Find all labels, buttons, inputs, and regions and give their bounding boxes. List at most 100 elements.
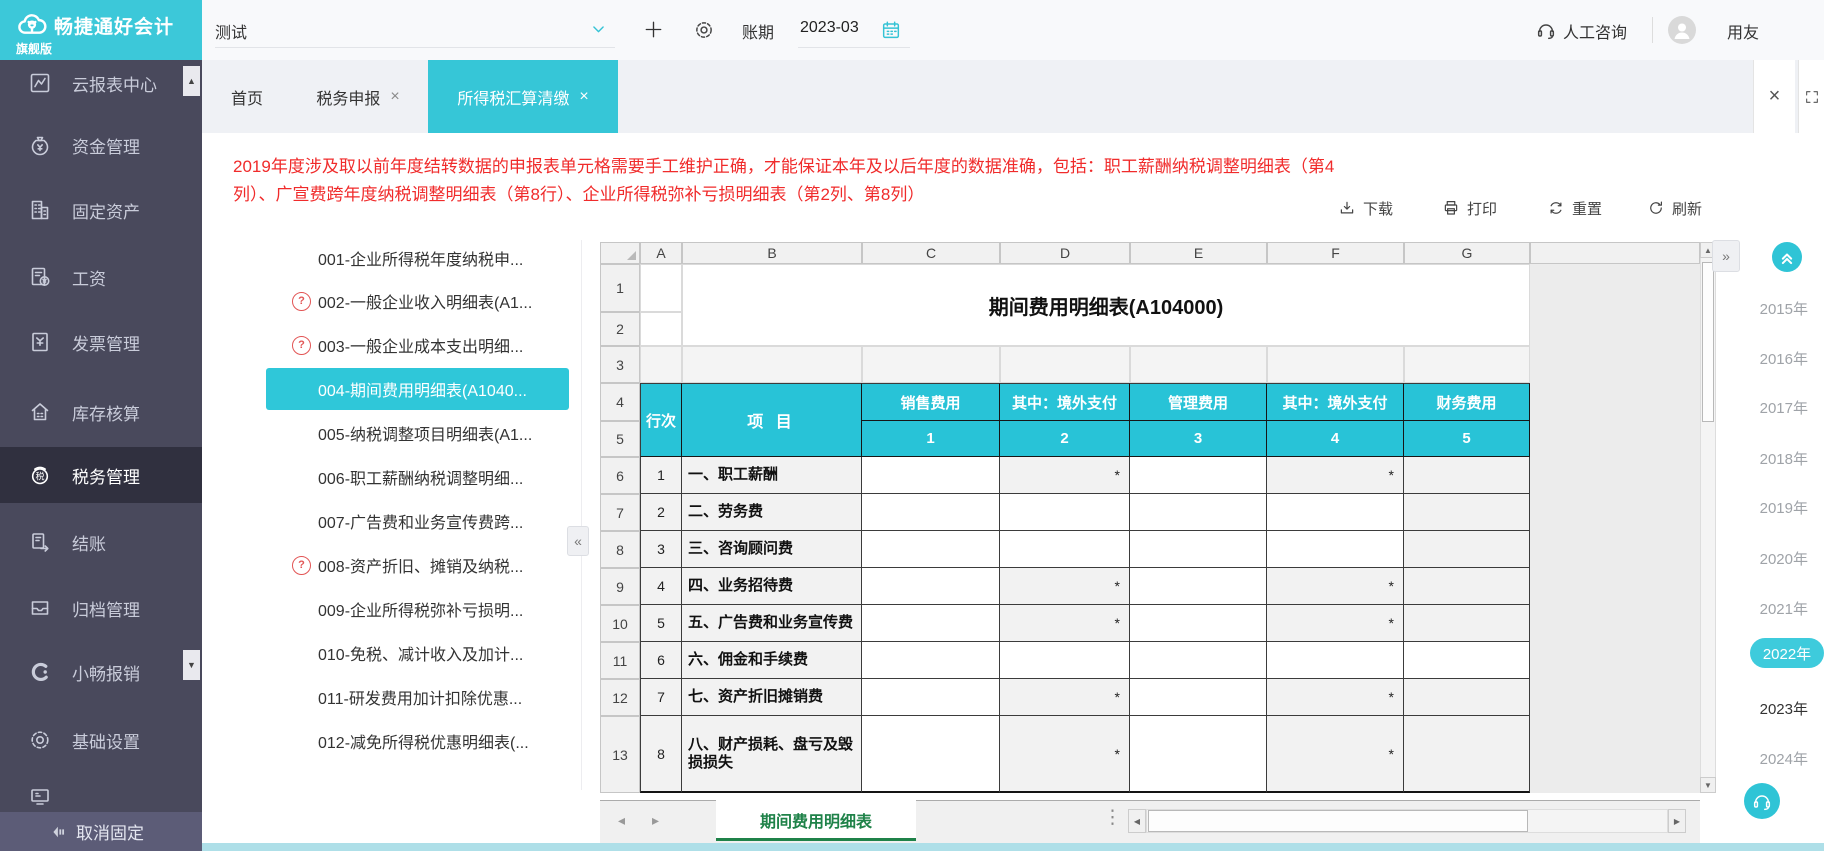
cell-B3[interactable] (682, 346, 862, 383)
cell-D7[interactable] (1000, 494, 1130, 531)
cell-line-7[interactable]: 7 (640, 679, 682, 716)
col-header-F[interactable]: F (1267, 242, 1404, 264)
重置-button[interactable]: 重置 (1547, 194, 1602, 222)
cell-C3[interactable] (862, 346, 1000, 383)
cell-item-4[interactable]: 四、业务招待费 (682, 568, 862, 605)
header-col-3[interactable]: 管理费用 (1130, 383, 1267, 421)
cell-A2[interactable] (640, 312, 682, 346)
cell-F11[interactable] (1267, 642, 1404, 679)
cell-A3[interactable] (640, 346, 682, 383)
form-item[interactable]: 001-企业所得税年度纳税申... (230, 237, 575, 279)
header-colnum-4[interactable]: 4 (1267, 421, 1404, 457)
header-col-5[interactable]: 财务费用 (1404, 383, 1530, 421)
period-value[interactable]: 2023-03 (800, 19, 859, 37)
header-colnum-3[interactable]: 3 (1130, 421, 1267, 457)
cell-F6[interactable]: * (1267, 457, 1404, 494)
cell-D8[interactable] (1000, 531, 1130, 568)
row-header-2[interactable]: 2 (600, 312, 640, 346)
sidebar-scroll-up[interactable]: ▲ (183, 66, 200, 96)
cell-E8[interactable] (1130, 531, 1267, 568)
sheet-title-cell[interactable]: 期间费用明细表(A104000) (682, 264, 1530, 346)
row-header-7[interactable]: 7 (600, 494, 640, 531)
sheet-nav-prev[interactable]: ◂ (618, 812, 625, 829)
header-col-4[interactable]: 其中：境外支付 (1267, 383, 1404, 421)
row-header-8[interactable]: 8 (600, 531, 640, 568)
cell-C11[interactable] (862, 642, 1000, 679)
cell-G3[interactable] (1404, 346, 1530, 383)
hscroll-right-arrow[interactable]: ▶ (1668, 809, 1686, 833)
刷新-button[interactable]: 刷新 (1647, 194, 1702, 222)
cell-item-6[interactable]: 六、佣金和手续费 (682, 642, 862, 679)
cell-F3[interactable] (1267, 346, 1404, 383)
year-item-2021年[interactable]: 2021年 (1736, 593, 1816, 623)
sidebar-item-税务管理[interactable]: 税 税务管理 (0, 447, 202, 503)
years-scroll-top-button[interactable] (1772, 242, 1802, 272)
sheet-tab[interactable]: 期间费用明细表 (716, 800, 916, 840)
hscroll-thumb[interactable] (1148, 810, 1528, 832)
sidebar-item-小畅报销[interactable]: 小畅报销 (0, 644, 202, 700)
cell-item-3[interactable]: 三、咨询顾问费 (682, 531, 862, 568)
cell-F9[interactable]: * (1267, 568, 1404, 605)
cell-G10[interactable] (1404, 605, 1530, 642)
customer-service-button[interactable] (1744, 783, 1780, 819)
cell-D12[interactable]: * (1000, 679, 1130, 716)
col-header-B[interactable]: B (682, 242, 862, 264)
header-row-label-cell[interactable]: 行次 (640, 383, 682, 457)
cell-D11[interactable] (1000, 642, 1130, 679)
calendar-icon[interactable] (880, 19, 902, 41)
vscroll-thumb[interactable] (1702, 262, 1714, 422)
cell-E10[interactable] (1130, 605, 1267, 642)
header-colnum-5[interactable]: 5 (1404, 421, 1530, 457)
cell-G11[interactable] (1404, 642, 1530, 679)
row-header-11[interactable]: 11 (600, 642, 640, 679)
sheet-nav-next[interactable]: ▸ (652, 812, 659, 829)
cell-E7[interactable] (1130, 494, 1267, 531)
form-item[interactable]: ? 008-资产折旧、摊销及纳税... (230, 544, 575, 586)
header-item-label-cell[interactable]: 项 目 (682, 383, 862, 457)
cell-F13[interactable]: * (1267, 716, 1404, 793)
sidebar-scroll-down[interactable]: ▼ (183, 650, 200, 680)
header-colnum-1[interactable]: 1 (862, 421, 1000, 457)
cell-D3[interactable] (1000, 346, 1130, 383)
collapse-formlist-handle[interactable]: « (567, 526, 589, 556)
help-question-icon[interactable]: ? (292, 291, 311, 311)
sidebar-item-基础设置[interactable]: 基础设置 (0, 712, 202, 768)
cell-E9[interactable] (1130, 568, 1267, 605)
account-select[interactable]: 测试 (215, 19, 247, 43)
cell-line-5[interactable]: 5 (640, 605, 682, 642)
header-col-1[interactable]: 销售费用 (862, 383, 1000, 421)
cell-C12[interactable] (862, 679, 1000, 716)
cell-F7[interactable] (1267, 494, 1404, 531)
cell-C9[interactable] (862, 568, 1000, 605)
row-header-5[interactable]: 5 (600, 421, 640, 457)
row-header-4[interactable]: 4 (600, 383, 640, 421)
form-item[interactable]: 010-免税、减计收入及加计... (230, 632, 575, 674)
year-item-2017年[interactable]: 2017年 (1736, 392, 1816, 422)
cell-G12[interactable] (1404, 679, 1530, 716)
col-header-D[interactable]: D (1000, 242, 1130, 264)
row-header-1[interactable]: 1 (600, 264, 640, 312)
tab-close-icon[interactable]: × (579, 88, 588, 106)
cell-item-5[interactable]: 五、广告费和业务宣传费 (682, 605, 862, 642)
打印-button[interactable]: 打印 (1442, 194, 1497, 222)
cell-C8[interactable] (862, 531, 1000, 568)
cell-item-1[interactable]: 一、职工薪酬 (682, 457, 862, 494)
row-header-10[interactable]: 10 (600, 605, 640, 642)
header-colnum-2[interactable]: 2 (1000, 421, 1130, 457)
year-item-2022年[interactable]: 2022年 (1750, 638, 1824, 668)
cell-item-8[interactable]: 八、财产损耗、盘亏及毁损损失 (682, 716, 862, 793)
sidebar-item-固定资产[interactable]: 固定资产 (0, 182, 202, 238)
year-item-2023年[interactable]: 2023年 (1736, 693, 1816, 723)
cell-line-1[interactable]: 1 (640, 457, 682, 494)
cell-E12[interactable] (1130, 679, 1267, 716)
cell-D9[interactable]: * (1000, 568, 1130, 605)
help-question-icon[interactable]: ? (292, 555, 311, 575)
col-header-C[interactable]: C (862, 242, 1000, 264)
row-header-12[interactable]: 12 (600, 679, 640, 716)
help-question-icon[interactable]: ? (292, 335, 311, 355)
unpin-button[interactable]: 取消固定 (0, 812, 202, 851)
cell-A1[interactable] (640, 264, 682, 312)
cell-C13[interactable] (862, 716, 1000, 793)
cell-line-6[interactable]: 6 (640, 642, 682, 679)
fullscreen-button[interactable] (1798, 60, 1824, 133)
